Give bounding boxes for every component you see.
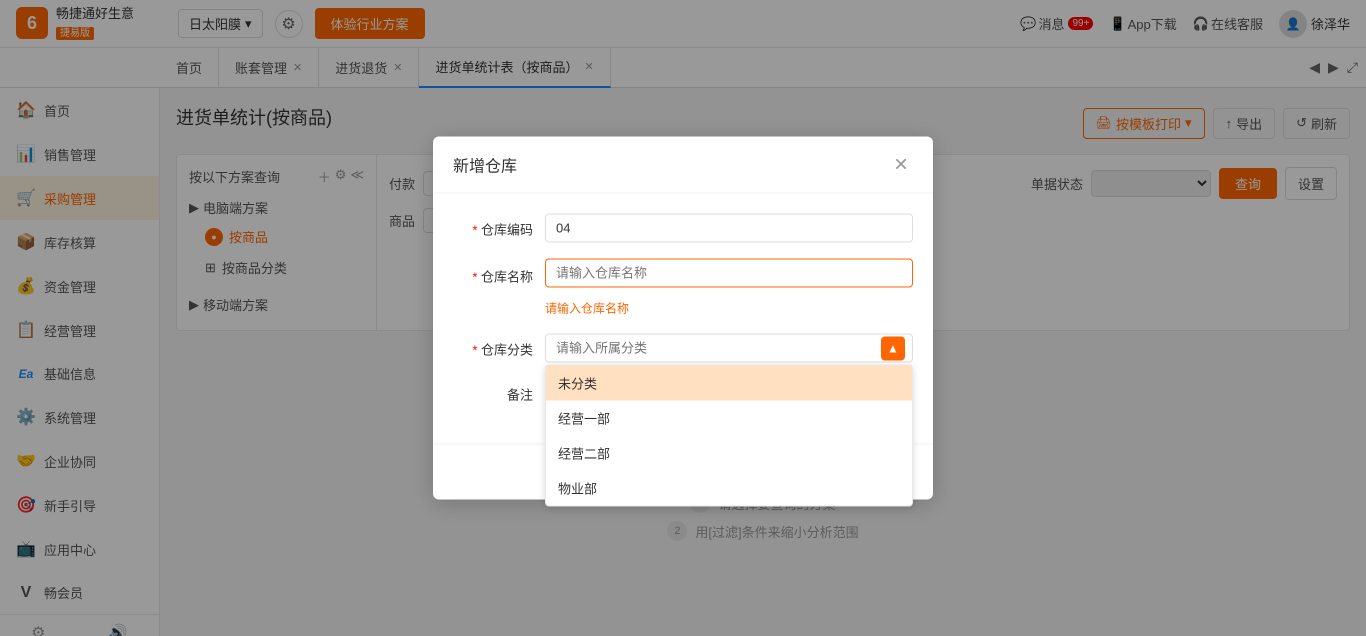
modal-body: 仓库编码 仓库名称 请输入仓库名称 仓库分类 ▲ 未分类 经营一部 — [433, 194, 933, 444]
modal-close-button[interactable]: ✕ — [889, 153, 913, 177]
warehouse-category-label: 仓库分类 — [453, 334, 533, 359]
note-label: 备注 — [453, 379, 533, 404]
warehouse-code-label: 仓库编码 — [453, 214, 533, 239]
category-dropdown: 未分类 经营一部 经营二部 物业部 — [545, 365, 913, 507]
warehouse-name-label: 仓库名称 — [453, 261, 533, 286]
warehouse-code-input[interactable] — [545, 214, 913, 243]
modal-title: 新增仓库 — [453, 153, 517, 177]
warehouse-name-error: 请输入仓库名称 — [545, 302, 629, 316]
modal-header: 新增仓库 ✕ — [433, 137, 933, 194]
warehouse-category-input[interactable] — [545, 334, 913, 363]
warehouse-code-row: 仓库编码 — [453, 214, 913, 243]
category-option-ops1[interactable]: 经营一部 — [546, 401, 912, 436]
category-arrow-button[interactable]: ▲ — [881, 336, 905, 360]
category-input-wrap: ▲ 未分类 经营一部 经营二部 物业部 — [545, 334, 913, 363]
add-warehouse-modal: 新增仓库 ✕ 仓库编码 仓库名称 请输入仓库名称 仓库分类 ▲ — [433, 137, 933, 500]
warehouse-name-input[interactable] — [545, 259, 913, 288]
warehouse-category-row: 仓库分类 ▲ 未分类 经营一部 经营二部 物业部 — [453, 334, 913, 363]
category-option-property[interactable]: 物业部 — [546, 471, 912, 506]
warehouse-name-row: 仓库名称 请输入仓库名称 — [453, 259, 913, 318]
category-option-uncategorized[interactable]: 未分类 — [546, 366, 912, 401]
category-option-ops2[interactable]: 经营二部 — [546, 436, 912, 471]
